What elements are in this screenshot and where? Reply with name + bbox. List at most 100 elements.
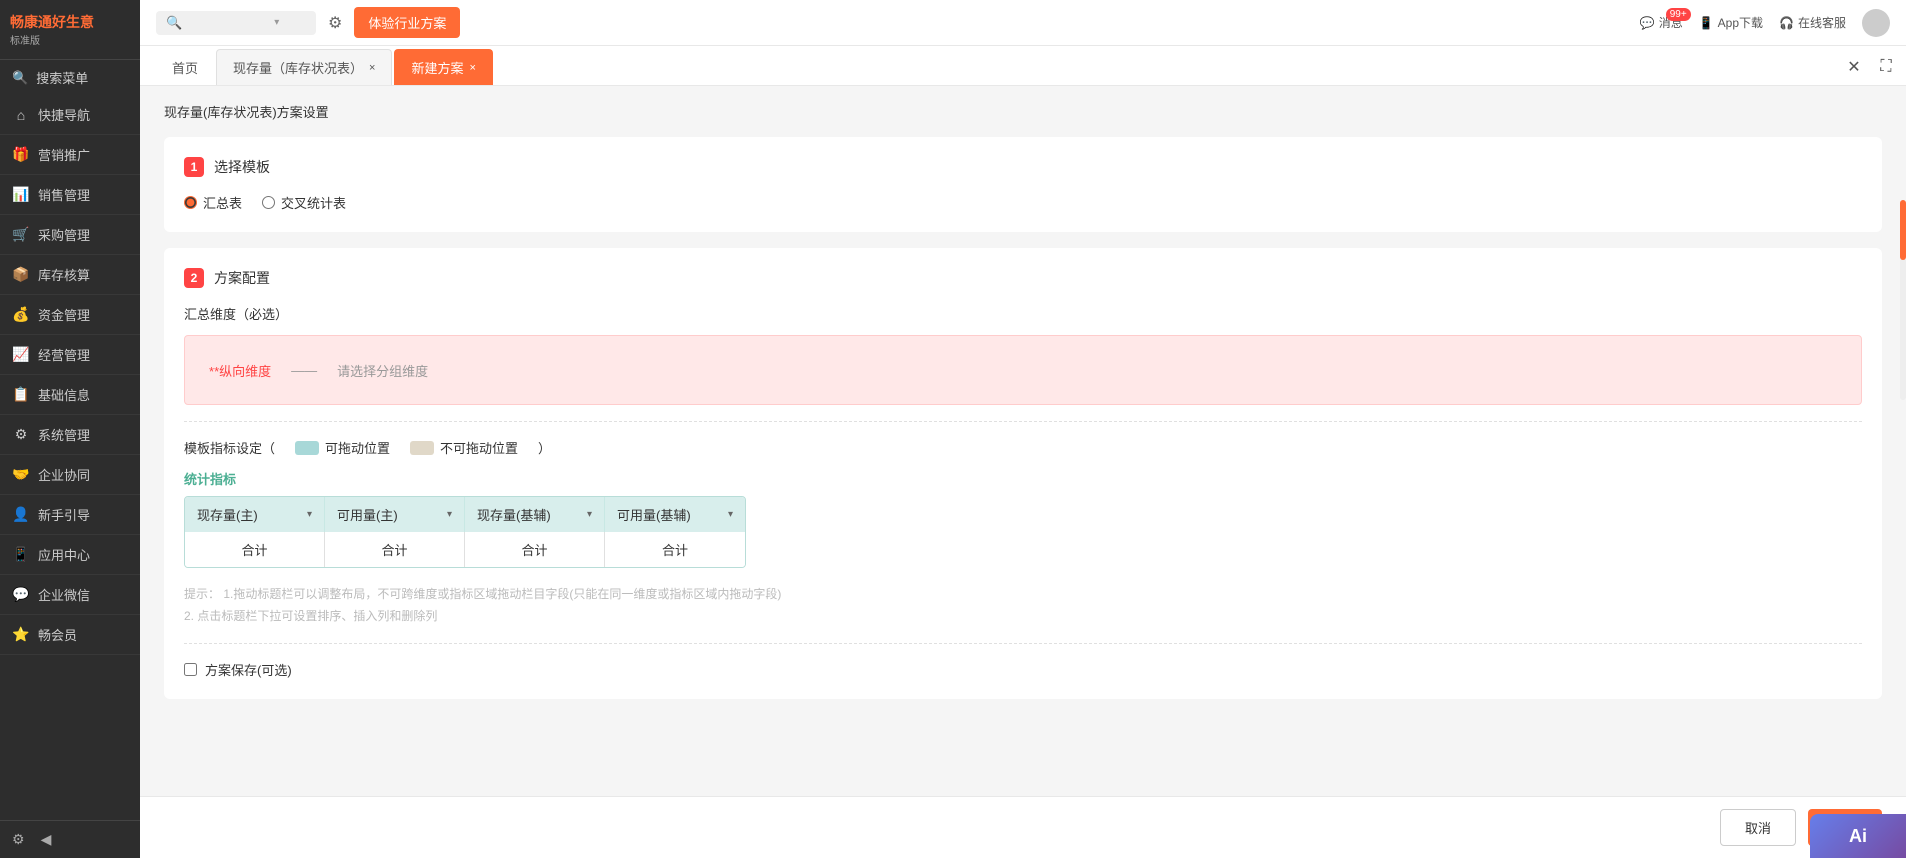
- gift-icon: 🎁: [12, 146, 30, 164]
- sidebar-item-inventory[interactable]: 📦 库存核算: [0, 255, 140, 295]
- list-icon: 📋: [12, 386, 30, 404]
- col-header-4-label: 可用量(基辅): [617, 505, 691, 524]
- headset-icon: 🎧: [1779, 16, 1794, 30]
- sidebar-item-sales-label: 销售管理: [38, 185, 90, 204]
- sidebar-nav: 🔍 搜索菜单 ⌂ 快捷导航 🎁 营销推广 📊 销售管理 🛒 采购管理 📦 库存核…: [0, 60, 140, 820]
- col-body-1: 合计: [185, 532, 325, 567]
- message-badge: 99+: [1666, 8, 1691, 21]
- tip2-row: 2. 点击标题栏下拉可设置排序、插入列和删除列: [184, 606, 1862, 628]
- window-controls: ✕ ⛶: [1842, 55, 1906, 85]
- online-service-button[interactable]: 🎧 在线客服: [1779, 14, 1846, 31]
- right-scrollbar[interactable]: [1900, 200, 1906, 400]
- sidebar-search-label: 搜索菜单: [36, 68, 88, 87]
- sidebar-item-collab-label: 企业协同: [38, 465, 90, 484]
- sidebar-search-item[interactable]: 🔍 搜索菜单: [0, 60, 140, 95]
- window-expand-button[interactable]: ⛶: [1874, 55, 1898, 79]
- sidebar-item-basic[interactable]: 📋 基础信息: [0, 375, 140, 415]
- stats-table: 现存量(主) ▾ 可用量(主) ▾ 现存量(基辅) ▾ 可用量(基辅) ▾: [184, 496, 746, 568]
- step2-badge: 2: [184, 268, 204, 288]
- stats-label: 统计指标: [184, 469, 1862, 488]
- star-icon: ⭐: [12, 626, 30, 644]
- user-avatar[interactable]: [1862, 9, 1890, 37]
- divider-1: [184, 421, 1862, 422]
- sidebar-item-operation-label: 经营管理: [38, 345, 90, 364]
- right-scrollbar-thumb: [1900, 200, 1906, 260]
- topbar-search-icon: 🔍: [166, 15, 182, 31]
- non-draggable-legend-label: 不可拖动位置: [440, 438, 518, 457]
- sidebar-item-sales[interactable]: 📊 销售管理: [0, 175, 140, 215]
- sidebar-item-newuser[interactable]: 👤 新手引导: [0, 495, 140, 535]
- col-header-4-dropdown-icon[interactable]: ▾: [728, 509, 733, 520]
- dimension-area[interactable]: **纵向维度 —— 请选择分组维度: [184, 335, 1862, 405]
- topbar-search-dropdown-icon[interactable]: ▾: [274, 17, 279, 28]
- col-body-1-value: 合计: [241, 540, 267, 559]
- col-header-1-dropdown-icon[interactable]: ▾: [307, 509, 312, 520]
- ai-float-button[interactable]: Ai: [1810, 814, 1906, 858]
- message-button[interactable]: 💬 消息 99+: [1640, 14, 1683, 31]
- sidebar-item-quicknav-label: 快捷导航: [38, 105, 90, 124]
- col-header-2-dropdown-icon[interactable]: ▾: [447, 509, 452, 520]
- tab-new-plan-close-icon[interactable]: ×: [469, 62, 475, 74]
- sidebar-item-collab[interactable]: 🤝 企业协同: [0, 455, 140, 495]
- collapse-icon[interactable]: ◀: [41, 831, 52, 848]
- step1-badge: 1: [184, 157, 204, 177]
- settings-bottom-icon[interactable]: ⚙: [12, 831, 25, 848]
- page-title: 现存量(库存状况表)方案设置: [164, 102, 1882, 121]
- tab-inventory-status[interactable]: 现存量（库存状况表） ×: [216, 49, 392, 85]
- sidebar-item-purchase[interactable]: 🛒 采购管理: [0, 215, 140, 255]
- chart-icon: 📊: [12, 186, 30, 204]
- sidebar-item-system[interactable]: ⚙ 系统管理: [0, 415, 140, 455]
- divider-2: [184, 643, 1862, 644]
- indicator-header: 模板指标设定（ 可拖动位置 不可拖动位置 ）: [184, 438, 1862, 457]
- col-header-2-label: 可用量(主): [337, 505, 398, 524]
- sidebar-item-finance[interactable]: 💰 资金管理: [0, 295, 140, 335]
- dimension-required-label: **纵向维度: [209, 361, 271, 380]
- sidebar-item-wechat[interactable]: 💬 企业微信: [0, 575, 140, 615]
- footer: 取消 查询: [140, 796, 1906, 858]
- sidebar-item-operation[interactable]: 📈 经营管理: [0, 335, 140, 375]
- col-header-1[interactable]: 现存量(主) ▾: [185, 497, 325, 532]
- col-body-3-value: 合计: [521, 540, 547, 559]
- template-summary-radio[interactable]: [184, 196, 197, 209]
- app-download-button[interactable]: 📱 App下载: [1699, 14, 1763, 31]
- sidebar-item-appcenter[interactable]: 📱 应用中心: [0, 535, 140, 575]
- handshake-icon: 🤝: [12, 466, 30, 484]
- trial-industry-button[interactable]: 体验行业方案: [354, 7, 460, 38]
- message-icon: 💬: [1640, 16, 1655, 30]
- topbar-search[interactable]: 🔍 ▾: [156, 11, 316, 35]
- col-header-3[interactable]: 现存量(基辅) ▾: [465, 497, 605, 532]
- box-icon: 📦: [12, 266, 30, 284]
- col-header-3-dropdown-icon[interactable]: ▾: [587, 509, 592, 520]
- stats-table-body: 合计 合计 合计 合计: [185, 532, 745, 567]
- topbar-right: 💬 消息 99+ 📱 App下载 🎧 在线客服: [1640, 9, 1890, 37]
- tab-new-plan[interactable]: 新建方案 ×: [394, 49, 492, 85]
- sidebar-item-quicknav[interactable]: ⌂ 快捷导航: [0, 95, 140, 135]
- indicator-settings-prefix: 模板指标设定（: [184, 438, 275, 457]
- template-cross-radio[interactable]: [262, 196, 275, 209]
- search-icon: 🔍: [12, 70, 28, 86]
- cancel-button[interactable]: 取消: [1720, 809, 1796, 846]
- indicator-settings-suffix: ）: [538, 438, 551, 457]
- sidebar-item-vip[interactable]: ⭐ 畅会员: [0, 615, 140, 655]
- col-header-1-label: 现存量(主): [197, 505, 258, 524]
- col-body-3: 合计: [465, 532, 605, 567]
- step2-title: 方案配置: [214, 268, 270, 288]
- tab-inventory-close-icon[interactable]: ×: [369, 62, 375, 74]
- tab-home[interactable]: 首页: [156, 50, 214, 85]
- content-area: 现存量(库存状况表)方案设置 1 选择模板 汇总表 交叉统计表 2: [140, 86, 1906, 796]
- sidebar-item-marketing[interactable]: 🎁 营销推广: [0, 135, 140, 175]
- topbar-search-input[interactable]: [188, 16, 268, 30]
- tab-inventory-label: 现存量（库存状况表）: [233, 58, 363, 77]
- save-checkbox[interactable]: [184, 663, 197, 676]
- step1-title: 选择模板: [214, 157, 270, 177]
- sidebar-item-marketing-label: 营销推广: [38, 145, 90, 164]
- window-close-button[interactable]: ✕: [1842, 55, 1866, 79]
- topbar-gear-icon[interactable]: ⚙: [328, 13, 342, 33]
- template-cross-option[interactable]: 交叉统计表: [262, 193, 346, 212]
- sidebar-item-wechat-label: 企业微信: [38, 585, 90, 604]
- non-draggable-legend: 不可拖动位置: [410, 438, 518, 457]
- col-header-4[interactable]: 可用量(基辅) ▾: [605, 497, 745, 532]
- step1-header: 1 选择模板: [184, 157, 1862, 177]
- col-header-2[interactable]: 可用量(主) ▾: [325, 497, 465, 532]
- template-summary-option[interactable]: 汇总表: [184, 193, 242, 212]
